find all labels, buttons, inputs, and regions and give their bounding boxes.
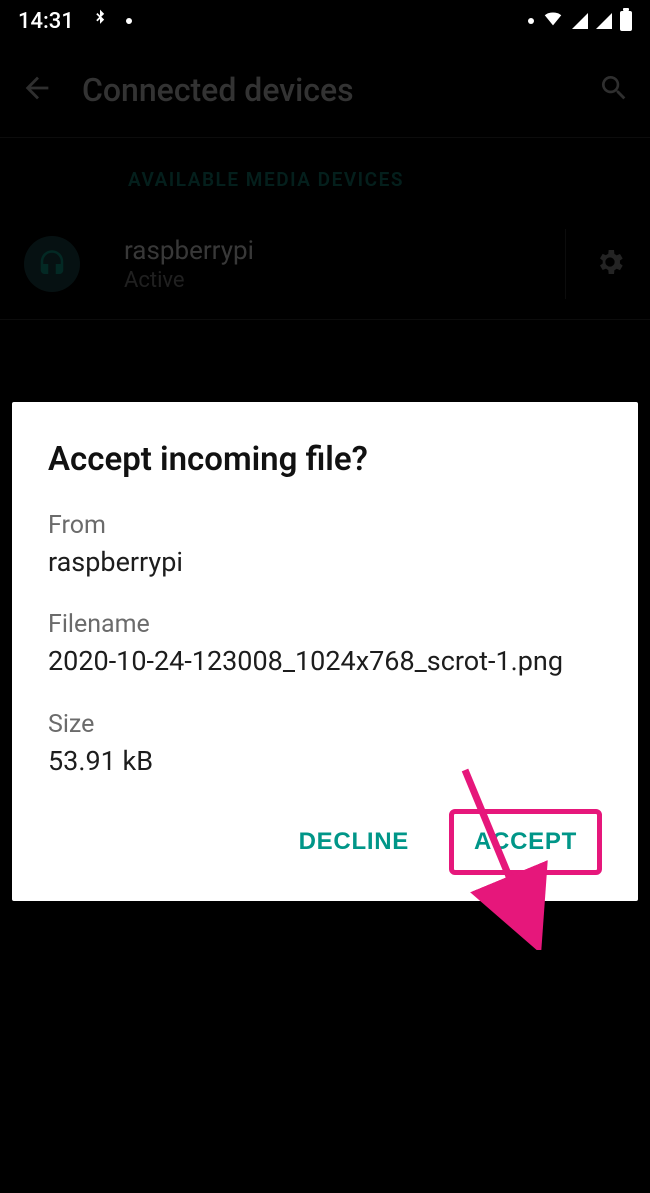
page-title: Connected devices	[82, 71, 570, 109]
divider	[565, 229, 566, 299]
signal-icon	[572, 13, 588, 29]
status-dot-icon	[528, 18, 534, 24]
from-label: From	[48, 511, 602, 540]
divider	[0, 319, 650, 320]
wifi-icon	[542, 7, 564, 35]
section-header: AVAILABLE MEDIA DEVICES	[0, 138, 650, 209]
status-dot-icon	[126, 18, 132, 24]
bluetooth-icon	[90, 8, 110, 34]
device-settings-button[interactable]	[594, 246, 626, 282]
size-label: Size	[48, 710, 602, 739]
signal-icon	[596, 13, 612, 29]
clock: 14:31	[18, 9, 74, 34]
headset-icon	[24, 236, 80, 292]
dialog-title: Accept incoming file?	[48, 440, 602, 479]
device-row[interactable]: raspberrypi Active	[0, 209, 650, 319]
status-bar: 14:31	[0, 0, 650, 42]
app-bar: Connected devices	[0, 42, 650, 137]
filename-value: 2020-10-24-123008_1024x768_scrot-1.png	[48, 643, 602, 679]
device-name: raspberrypi	[124, 236, 537, 266]
accept-button[interactable]: ACCEPT	[449, 809, 602, 875]
size-value: 53.91 kB	[48, 743, 602, 779]
from-value: raspberrypi	[48, 544, 602, 580]
decline-button[interactable]: DECLINE	[279, 809, 429, 875]
device-status: Active	[124, 268, 537, 293]
search-button[interactable]	[598, 72, 630, 108]
filename-label: Filename	[48, 610, 602, 639]
incoming-file-dialog: Accept incoming file? From raspberrypi F…	[12, 402, 638, 901]
battery-icon	[620, 11, 632, 31]
back-button[interactable]	[20, 71, 54, 109]
